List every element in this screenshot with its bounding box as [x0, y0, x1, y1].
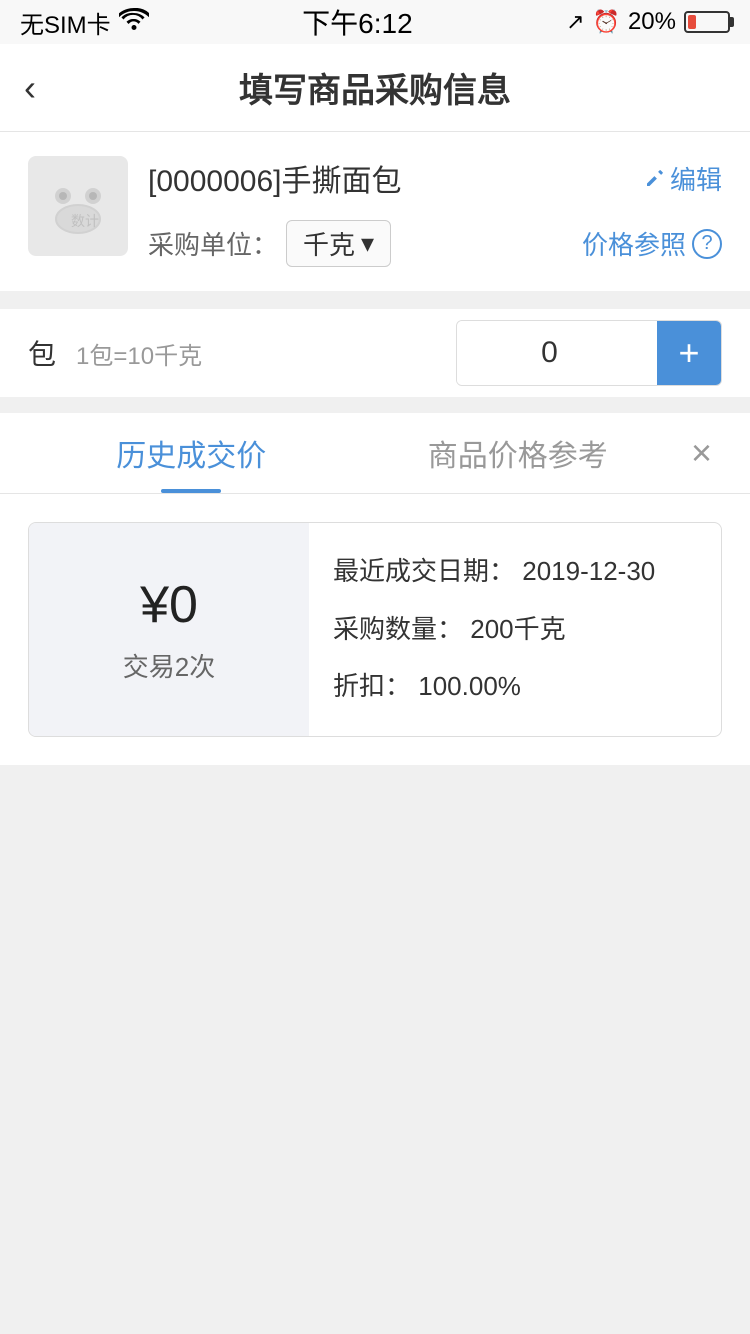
purchase-unit-label: 采购单位：: [148, 225, 278, 262]
purchase-qty-row: 采购数量： 200千克: [333, 609, 697, 651]
quantity-section: 包 1包=10千克 +: [0, 309, 750, 397]
recent-date-label: 最近成交日期：: [333, 556, 515, 586]
back-button[interactable]: ‹: [24, 67, 36, 109]
product-header: 数计 [0000006]手撕面包 编辑 采购单位：: [28, 156, 722, 267]
status-bar: 无SIM卡 下午6:12 ↗ ⏰ 20%: [0, 0, 750, 44]
product-section: 数计 [0000006]手撕面包 编辑 采购单位：: [0, 132, 750, 291]
price-trade-count: 交易2次: [123, 647, 215, 684]
price-currency: ¥: [140, 576, 169, 634]
unit-value: 千克: [303, 225, 355, 262]
unit-select[interactable]: 千克 ▾: [286, 220, 391, 267]
status-left: 无SIM卡: [20, 5, 149, 40]
discount-label: 折扣：: [333, 671, 411, 701]
section-divider: [0, 293, 750, 309]
product-image: 数计: [28, 156, 128, 256]
status-time: 下午6:12: [302, 2, 413, 42]
purchase-qty-value: 200千克: [470, 614, 565, 644]
recent-date-row: 最近成交日期： 2019-12-30: [333, 551, 697, 593]
edit-button[interactable]: 编辑: [644, 160, 722, 197]
tab-history-price[interactable]: 历史成交价: [28, 413, 354, 493]
price-ref-icon: ?: [692, 229, 722, 259]
recent-date-value: 2019-12-30: [522, 556, 655, 586]
unit-dropdown-arrow: ▾: [361, 228, 374, 259]
tab-history-price-label: 历史成交价: [116, 431, 266, 475]
price-left: ¥0 交易2次: [29, 523, 309, 736]
quantity-input-group: +: [456, 320, 722, 386]
wifi-icon: [119, 8, 149, 37]
alarm-icon: ⏰: [593, 9, 620, 35]
quantity-unit-hint: 1包=10千克: [76, 336, 202, 371]
price-card: ¥0 交易2次 最近成交日期： 2019-12-30 采购数量： 200千克 折…: [28, 522, 722, 737]
svg-text:数计: 数计: [71, 213, 99, 229]
battery-percentage: 20%: [628, 8, 676, 36]
status-right: ↗ ⏰ 20%: [566, 8, 730, 36]
quantity-input[interactable]: [457, 321, 657, 385]
nav-bar: ‹ 填写商品采购信息: [0, 44, 750, 132]
product-info: [0000006]手撕面包 编辑 采购单位： 千克 ▾: [148, 156, 722, 267]
discount-row: 折扣： 100.00%: [333, 666, 697, 708]
price-amount: ¥0: [140, 575, 198, 635]
price-content: ¥0 交易2次 最近成交日期： 2019-12-30 采购数量： 200千克 折…: [0, 494, 750, 765]
location-icon: ↗: [566, 9, 584, 35]
edit-label: 编辑: [670, 160, 722, 197]
price-right: 最近成交日期： 2019-12-30 采购数量： 200千克 折扣： 100.0…: [309, 523, 721, 736]
product-full-name: [0000006]手撕面包: [148, 156, 401, 200]
tab-price-reference[interactable]: 商品价格参考: [354, 413, 680, 493]
tab-bar: 历史成交价 商品价格参考 ×: [0, 413, 750, 494]
battery-icon: [684, 11, 730, 33]
price-ref-label: 价格参照: [582, 225, 686, 262]
purchase-unit-row: 采购单位： 千克 ▾ 价格参照 ?: [148, 220, 722, 267]
price-ref-button[interactable]: 价格参照 ?: [582, 225, 722, 262]
tab-price-reference-label: 商品价格参考: [428, 431, 608, 475]
quantity-plus-button[interactable]: +: [657, 321, 721, 385]
discount-value: 100.00%: [418, 671, 521, 701]
page-content: 数计 [0000006]手撕面包 编辑 采购单位：: [0, 132, 750, 1334]
page-title: 填写商品采购信息: [239, 63, 511, 112]
price-value: 0: [169, 576, 198, 634]
quantity-unit-label: 包: [28, 333, 56, 373]
product-name-row: [0000006]手撕面包 编辑: [148, 156, 722, 200]
tab-section: 历史成交价 商品价格参考 × ¥0 交易2次 最近成交日期： 2019-: [0, 413, 750, 765]
carrier-text: 无SIM卡: [20, 5, 111, 40]
purchase-qty-label: 采购数量：: [333, 614, 463, 644]
tab-close-button[interactable]: ×: [681, 432, 722, 474]
